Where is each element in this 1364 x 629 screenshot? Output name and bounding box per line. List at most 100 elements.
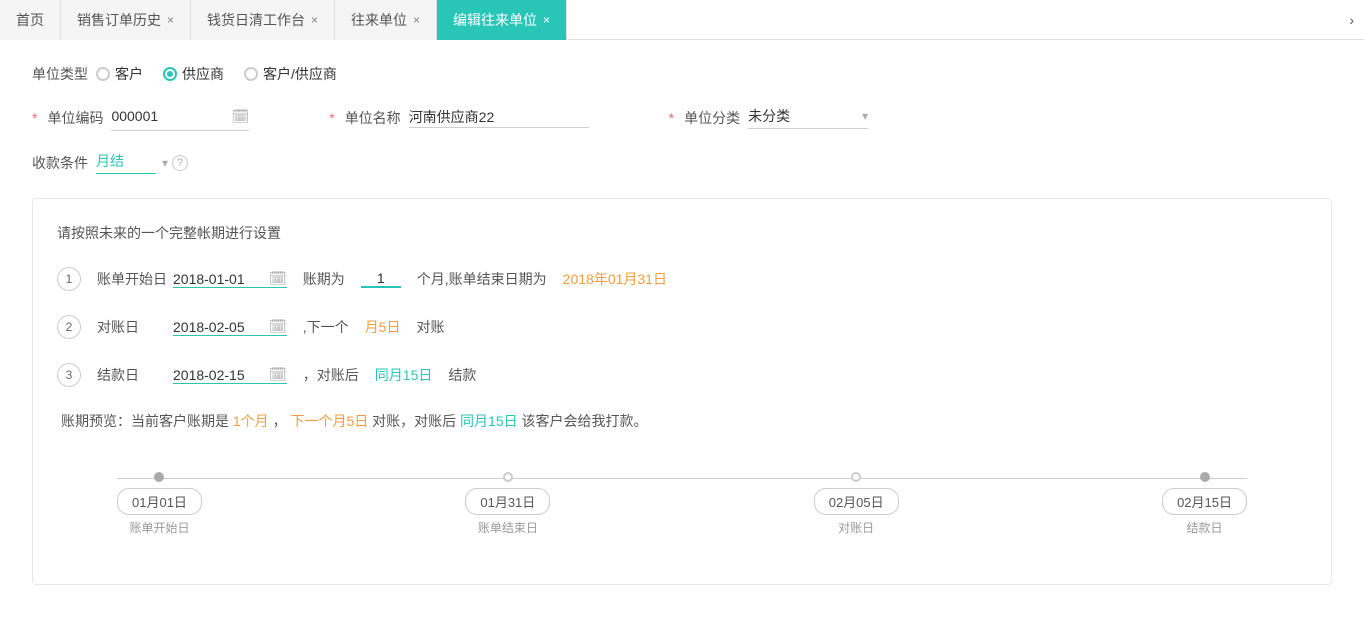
preview-middle: 对账，对账后 — [372, 413, 456, 429]
preview-text: 账期预览：当前客户账期是 1个月 ， 下一个月5日 对账，对账后 同月15日 该… — [57, 411, 1307, 431]
preview-part2: 下一个月5日 — [290, 413, 368, 429]
unit-classify-star: * — [669, 110, 674, 126]
tab-home[interactable]: 首页 — [0, 0, 61, 40]
step-2-desc-before: ,下一个 — [303, 317, 349, 337]
unit-classify-label: 单位分类 — [684, 108, 740, 128]
step-3-row: 3 结款日 🗓 ，对账后 同月15日 结款 — [57, 363, 1307, 387]
payment-terms-row: 收款条件 月结 ▾ ? — [32, 151, 1332, 174]
payment-terms-chevron: ▾ — [162, 156, 168, 170]
timeline-label-0: 账单开始日 — [129, 519, 189, 536]
tab-cash-work[interactable]: 钱货日清工作台 × — [191, 0, 335, 40]
unit-code-input-wrapper: 🗓 — [111, 104, 249, 131]
timeline-point-1: 01月31日 账单结束日 — [465, 463, 550, 536]
tab-partner-unit[interactable]: 往来单位 × — [335, 0, 437, 40]
step-2-date-input: 🗓 — [173, 318, 287, 336]
step-2-row: 2 对账日 🗓 ,下一个 月5日 对账 — [57, 315, 1307, 339]
step-1-end-date: 2018年01月31日 — [563, 269, 667, 289]
radio-customer-label: 客户 — [115, 64, 143, 84]
preview-comma1: ， — [273, 413, 287, 429]
timeline-dot-3 — [1200, 472, 1210, 482]
timeline-badge-1: 01月31日 — [465, 488, 550, 515]
step-3-calendar-icon[interactable]: 🗓 — [269, 366, 287, 383]
radio-supplier[interactable]: 供应商 — [163, 64, 224, 84]
step-1-period-label: 账期为 — [303, 269, 345, 289]
step-2-num: 2 — [57, 315, 81, 339]
step-1-date-input: 🗓 — [173, 270, 287, 288]
unit-code-label: 单位编码 — [47, 108, 103, 128]
unit-classify-value: 未分类 — [748, 106, 856, 126]
unit-code-group: * 单位编码 🗓 — [32, 104, 249, 131]
step-1-period-unit: 个月,账单结束日期为 — [417, 269, 547, 289]
preview-label: 账期预览：当前客户账期是 — [61, 413, 229, 429]
preview-end: 该客户会给我打款。 — [522, 413, 648, 429]
timeline-label-1: 账单结束日 — [478, 519, 538, 536]
timeline-dot-2 — [851, 472, 861, 482]
step-2-desc-after: 对账 — [416, 317, 444, 337]
unit-classify-select[interactable]: 未分类 ▾ — [748, 106, 868, 129]
unit-type-row: 单位类型 客户 供应商 客户/供应商 — [32, 64, 1332, 84]
step-3-highlight: 同月15日 — [375, 365, 433, 385]
unit-classify-group: * 单位分类 未分类 ▾ — [669, 106, 868, 129]
unit-type-label: 单位类型 — [32, 64, 88, 84]
tab-more-button[interactable]: › — [1339, 0, 1364, 39]
payment-terms-select[interactable]: 月结 ▾ — [96, 151, 168, 174]
tab-edit-partner[interactable]: 编辑往来单位 × — [437, 0, 567, 40]
radio-supplier-label: 供应商 — [182, 64, 224, 84]
step-2-date-field[interactable] — [173, 319, 263, 335]
radio-customer-supplier[interactable]: 客户/供应商 — [244, 64, 337, 84]
tab-cash-work-close[interactable]: × — [311, 14, 318, 26]
step-2-calendar-icon[interactable]: 🗓 — [269, 318, 287, 335]
step-1-calendar-icon[interactable]: 🗓 — [269, 270, 287, 287]
unit-code-input[interactable] — [111, 104, 231, 128]
step-3-label: 结款日 — [97, 365, 157, 385]
tab-partner-unit-close[interactable]: × — [413, 14, 420, 26]
tab-more-icon: › — [1349, 12, 1354, 28]
tab-home-label: 首页 — [16, 10, 44, 30]
step-1-date-field[interactable] — [173, 271, 263, 287]
timeline-point-3: 02月15日 结款日 — [1162, 463, 1247, 536]
tab-cash-work-label: 钱货日清工作台 — [207, 10, 305, 30]
step-3-num: 3 — [57, 363, 81, 387]
step-1-label: 账单开始日 — [97, 269, 157, 289]
unit-type-radio-group: 客户 供应商 客户/供应商 — [96, 64, 337, 84]
timeline-dot-1 — [503, 472, 513, 482]
unit-classify-chevron: ▾ — [862, 109, 868, 123]
unit-code-star: * — [32, 110, 37, 126]
payment-terms-value: 月结 — [96, 151, 156, 174]
unit-name-group: * 单位名称 — [329, 107, 588, 128]
tab-partner-unit-label: 往来单位 — [351, 10, 407, 30]
radio-customer-circle — [96, 67, 110, 81]
step-1-num: 1 — [57, 267, 81, 291]
tabs-bar: 首页 销售订单历史 × 钱货日清工作台 × 往来单位 × 编辑往来单位 × › — [0, 0, 1364, 40]
unit-name-label: 单位名称 — [345, 108, 401, 128]
step-3-date-field[interactable] — [173, 367, 263, 383]
step-3-desc-before: ，对账后 — [303, 365, 359, 385]
tab-sales-history-label: 销售订单历史 — [77, 10, 161, 30]
step-1-period-input[interactable] — [361, 270, 401, 288]
radio-customer[interactable]: 客户 — [96, 64, 143, 84]
tab-sales-history-close[interactable]: × — [167, 14, 174, 26]
timeline-label-2: 对账日 — [838, 519, 874, 536]
timeline-badge-3: 02月15日 — [1162, 488, 1247, 515]
payment-terms-help-icon[interactable]: ? — [172, 155, 188, 171]
payment-terms-label: 收款条件 — [32, 153, 88, 173]
unit-code-calendar-icon[interactable]: 🗓 — [231, 108, 249, 125]
step-3-date-input: 🗓 — [173, 366, 287, 384]
tab-edit-partner-close[interactable]: × — [543, 14, 550, 26]
timeline-container: 01月01日 账单开始日 01月31日 账单结束日 02月05日 对账日 — [57, 455, 1307, 568]
unit-name-input[interactable] — [409, 107, 589, 128]
timeline-badge-2: 02月05日 — [814, 488, 899, 515]
timeline-point-0: 01月01日 账单开始日 — [117, 463, 202, 536]
preview-part3: 同月15日 — [460, 413, 518, 429]
radio-customer-supplier-label: 客户/供应商 — [263, 64, 337, 84]
tab-sales-history[interactable]: 销售订单历史 × — [61, 0, 191, 40]
step-2-highlight: 月5日 — [365, 317, 401, 337]
unit-info-row: * 单位编码 🗓 * 单位名称 * 单位分类 未分类 ▾ — [32, 104, 1332, 131]
timeline-badge-0: 01月01日 — [117, 488, 202, 515]
step-2-label: 对账日 — [97, 317, 157, 337]
section-title: 请按照未来的一个完整帐期进行设置 — [57, 223, 1307, 243]
timeline-label-3: 结款日 — [1187, 519, 1223, 536]
account-period-section: 请按照未来的一个完整帐期进行设置 1 账单开始日 🗓 账期为 个月,账单结束日期… — [32, 198, 1332, 585]
preview-part1: 1个月 — [233, 413, 269, 429]
unit-name-star: * — [329, 110, 334, 126]
